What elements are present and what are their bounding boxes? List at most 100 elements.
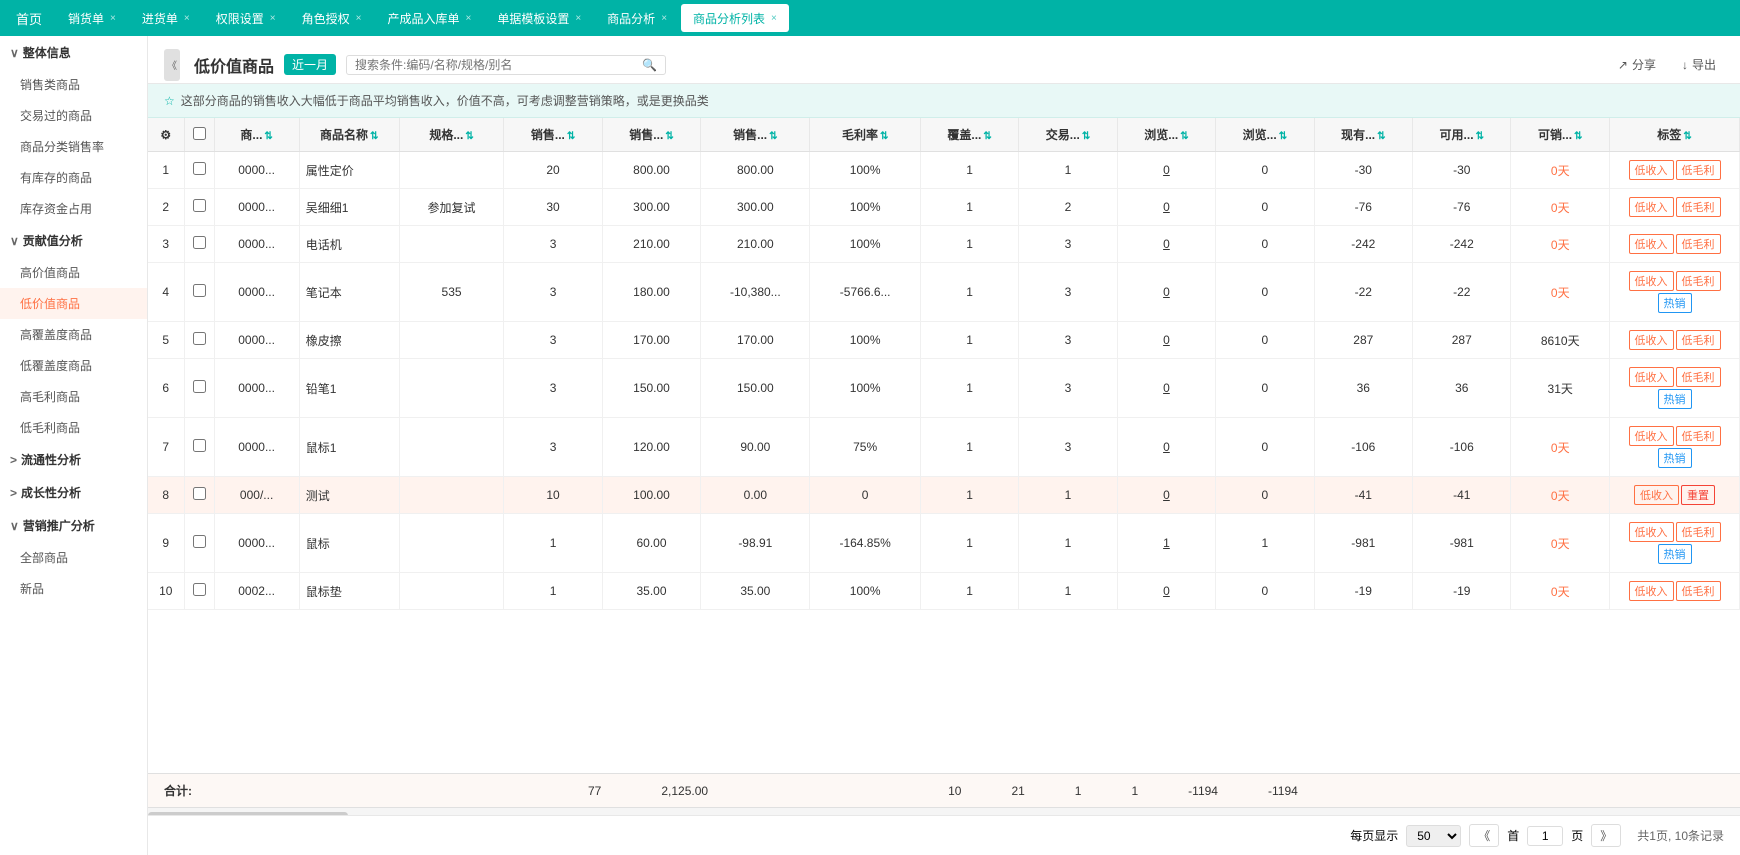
col-coverage[interactable]: 覆盖...⇅: [920, 118, 1018, 152]
cell-checkbox[interactable]: [184, 263, 214, 322]
browse-link[interactable]: 0: [1163, 488, 1170, 502]
close-icon[interactable]: ×: [270, 13, 276, 24]
col-code[interactable]: 商...⇅: [214, 118, 299, 152]
browse-link[interactable]: 0: [1163, 584, 1170, 598]
sidebar-item-low-margin[interactable]: 低毛利商品: [0, 412, 147, 443]
col-browse2[interactable]: 浏览...⇅: [1216, 118, 1314, 152]
sidebar-item-high-coverage[interactable]: 高覆盖度商品: [0, 319, 147, 350]
tag[interactable]: 低毛利: [1676, 581, 1721, 601]
row-checkbox[interactable]: [193, 380, 206, 393]
export-button[interactable]: ↓ 导出: [1674, 52, 1724, 77]
cell-checkbox[interactable]: [184, 152, 214, 189]
search-input[interactable]: [355, 58, 638, 72]
tag[interactable]: 低毛利: [1676, 426, 1721, 446]
browse-link[interactable]: 0: [1163, 163, 1170, 177]
tag[interactable]: 低毛利: [1676, 522, 1721, 542]
row-checkbox[interactable]: [193, 284, 206, 297]
period-tag[interactable]: 近一月: [284, 54, 336, 75]
cell-browse1[interactable]: 0: [1117, 359, 1215, 418]
sidebar-item-low-value[interactable]: 低价值商品: [0, 288, 147, 319]
per-page-select[interactable]: 50 100 200: [1406, 825, 1461, 847]
tag[interactable]: 低毛利: [1676, 367, 1721, 387]
cell-checkbox[interactable]: [184, 418, 214, 477]
first-page-button[interactable]: 《: [1469, 824, 1499, 847]
close-icon[interactable]: ×: [356, 13, 362, 24]
close-icon[interactable]: ×: [184, 13, 190, 24]
tag[interactable]: 低收入: [1629, 330, 1674, 350]
row-checkbox[interactable]: [193, 535, 206, 548]
tag[interactable]: 低收入: [1629, 426, 1674, 446]
sidebar-item-capital[interactable]: 库存资金占用: [0, 193, 147, 224]
cell-browse1[interactable]: 1: [1117, 514, 1215, 573]
col-available[interactable]: 可用...⇅: [1413, 118, 1511, 152]
col-checkbox[interactable]: [184, 118, 214, 152]
tag[interactable]: 低收入: [1629, 271, 1674, 291]
cell-checkbox[interactable]: [184, 226, 214, 263]
row-checkbox[interactable]: [193, 332, 206, 345]
nav-item-template[interactable]: 单据模板设置 ×: [485, 4, 593, 32]
browse-link[interactable]: 0: [1163, 440, 1170, 454]
sidebar-item-all-goods[interactable]: 全部商品: [0, 542, 147, 573]
sidebar-group-contribution[interactable]: ∨ 贡献值分析: [0, 224, 147, 257]
browse-link[interactable]: 1: [1163, 536, 1170, 550]
browse-link[interactable]: 0: [1163, 285, 1170, 299]
nav-item-home[interactable]: 首页: [4, 4, 54, 32]
col-saleable[interactable]: 可销...⇅: [1511, 118, 1610, 152]
tag[interactable]: 热销: [1658, 293, 1692, 313]
row-checkbox[interactable]: [193, 583, 206, 596]
cell-browse1[interactable]: 0: [1117, 189, 1215, 226]
row-checkbox[interactable]: [193, 487, 206, 500]
sidebar-group-growth[interactable]: > 成长性分析: [0, 476, 147, 509]
tag[interactable]: 重置: [1681, 485, 1715, 505]
col-tags[interactable]: 标签⇅: [1610, 118, 1740, 152]
sidebar-item-high-value[interactable]: 高价值商品: [0, 257, 147, 288]
cell-browse1[interactable]: 0: [1117, 322, 1215, 359]
cell-browse1[interactable]: 0: [1117, 573, 1215, 610]
horizontal-scrollbar[interactable]: [148, 807, 1740, 815]
col-sales-amount[interactable]: 销售...⇅: [701, 118, 810, 152]
collapse-sidebar-button[interactable]: 《: [164, 49, 180, 81]
nav-item-analysis-list[interactable]: 商品分析列表 ×: [681, 4, 789, 32]
col-trade[interactable]: 交易...⇅: [1019, 118, 1117, 152]
col-settings[interactable]: ⚙: [148, 118, 184, 152]
nav-item-analysis[interactable]: 商品分析 ×: [595, 4, 679, 32]
cell-checkbox[interactable]: [184, 573, 214, 610]
tag[interactable]: 热销: [1658, 448, 1692, 468]
nav-item-permission[interactable]: 权限设置 ×: [204, 4, 288, 32]
nav-item-role[interactable]: 角色授权 ×: [290, 4, 374, 32]
tag[interactable]: 热销: [1658, 544, 1692, 564]
close-icon[interactable]: ×: [110, 13, 116, 24]
cell-browse1[interactable]: 0: [1117, 477, 1215, 514]
sidebar-item-high-margin[interactable]: 高毛利商品: [0, 381, 147, 412]
col-name[interactable]: 商品名称⇅: [299, 118, 399, 152]
search-icon[interactable]: 🔍: [642, 58, 657, 72]
col-browse1[interactable]: 浏览...⇅: [1117, 118, 1215, 152]
tag[interactable]: 低毛利: [1676, 160, 1721, 180]
sidebar-group-overview[interactable]: ∨ 整体信息: [0, 36, 147, 69]
close-icon[interactable]: ×: [771, 13, 777, 24]
tag[interactable]: 热销: [1658, 389, 1692, 409]
nav-item-sales[interactable]: 销货单 ×: [56, 4, 128, 32]
col-spec[interactable]: 规格...⇅: [399, 118, 504, 152]
cell-checkbox[interactable]: [184, 477, 214, 514]
col-gross-rate[interactable]: 毛利率⇅: [810, 118, 920, 152]
cell-browse1[interactable]: 0: [1117, 263, 1215, 322]
tag[interactable]: 低毛利: [1676, 234, 1721, 254]
tag[interactable]: 低收入: [1629, 522, 1674, 542]
browse-link[interactable]: 0: [1163, 237, 1170, 251]
cell-checkbox[interactable]: [184, 322, 214, 359]
tag[interactable]: 低毛利: [1676, 330, 1721, 350]
sidebar-item-low-coverage[interactable]: 低覆盖度商品: [0, 350, 147, 381]
col-sales-price[interactable]: 销售...⇅: [602, 118, 700, 152]
cell-checkbox[interactable]: [184, 189, 214, 226]
tag[interactable]: 低收入: [1629, 197, 1674, 217]
tag[interactable]: 低毛利: [1676, 271, 1721, 291]
tag[interactable]: 低毛利: [1676, 197, 1721, 217]
next-page-button[interactable]: 》: [1591, 824, 1621, 847]
sidebar-item-category-rate[interactable]: 商品分类销售率: [0, 131, 147, 162]
close-icon[interactable]: ×: [465, 13, 471, 24]
cell-browse1[interactable]: 0: [1117, 226, 1215, 263]
col-stock[interactable]: 现有...⇅: [1314, 118, 1412, 152]
sidebar-item-new-goods[interactable]: 新品: [0, 573, 147, 604]
row-checkbox[interactable]: [193, 199, 206, 212]
